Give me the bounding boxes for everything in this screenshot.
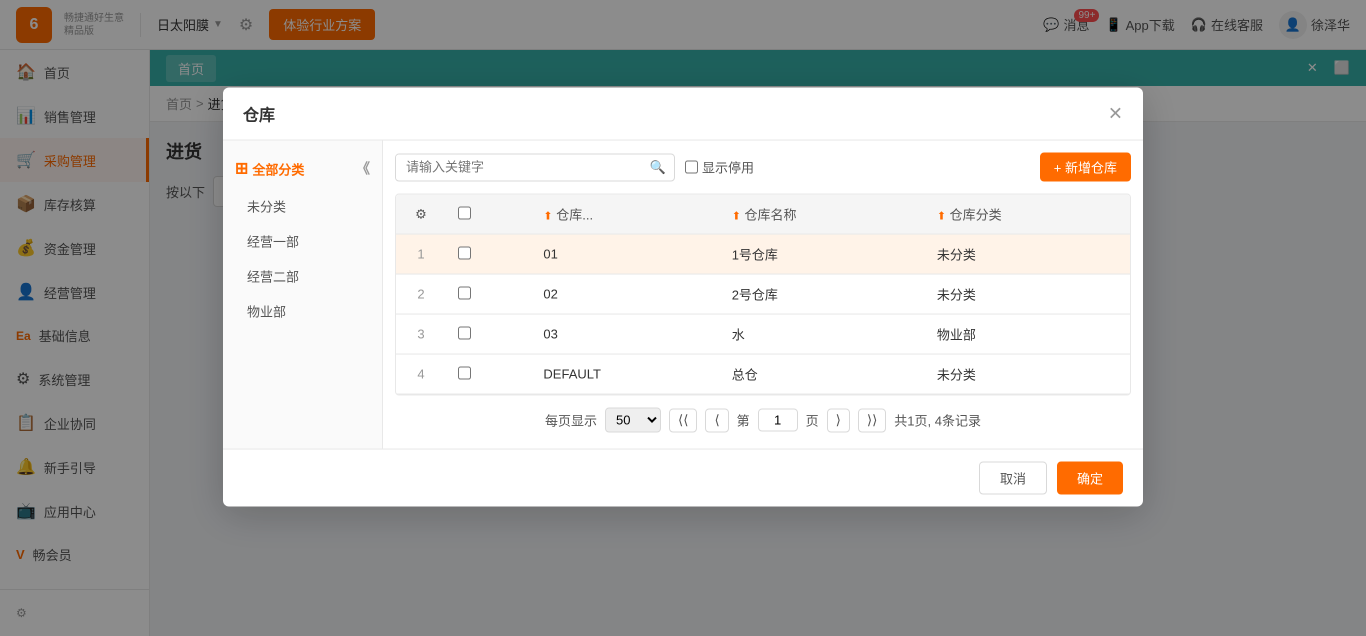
row-num-4: 4 [396, 354, 446, 394]
row-code-2: 02 [531, 274, 719, 314]
search-box: 🔍 [395, 153, 675, 181]
row-name-4: 总仓 [720, 354, 925, 394]
th-name[interactable]: ⬆ 仓库名称 [720, 195, 925, 235]
row-checkbox-1[interactable] [446, 234, 531, 274]
row-category-2: 未分类 [925, 274, 1130, 314]
category-header: ⊞ 全部分类 《 [223, 153, 382, 189]
new-warehouse-button[interactable]: + 新增仓库 [1040, 153, 1131, 182]
row-category-3: 物业部 [925, 314, 1130, 354]
sort-icon: ⬆ [543, 211, 552, 223]
modal-header: 仓库 ✕ [223, 88, 1143, 141]
warehouse-modal: 仓库 ✕ ⊞ 全部分类 《 未分类 经营一部 经营二部 物业部 🔍 [223, 88, 1143, 507]
per-page-select[interactable]: 50 100 [605, 408, 661, 433]
row-checkbox-2[interactable] [446, 274, 531, 314]
next-page-button[interactable]: ⟩ [827, 408, 850, 432]
table-row[interactable]: 3 03 水 物业部 [396, 314, 1130, 354]
modal-footer: 取消 确定 [223, 449, 1143, 507]
row-checkbox-3[interactable] [446, 314, 531, 354]
modal-title: 仓库 [243, 102, 275, 126]
warehouse-table: ⚙ ⬆ 仓库... ⬆ 仓库名称 ⬆ [396, 195, 1130, 395]
row-name-1: 1号仓库 [720, 234, 925, 274]
pagination: 每页显示 50 100 ⟨⟨ ⟨ 第 页 ⟩ ⟩⟩ 共1页, 4条记录 [395, 396, 1131, 437]
first-page-button[interactable]: ⟨⟨ [669, 408, 697, 432]
show-disabled-input[interactable] [685, 161, 698, 174]
category-item-property[interactable]: 物业部 [223, 294, 382, 329]
row-category-1: 未分类 [925, 234, 1130, 274]
warehouse-table-wrap: ⚙ ⬆ 仓库... ⬆ 仓库名称 ⬆ [395, 194, 1131, 396]
confirm-button[interactable]: 确定 [1057, 462, 1123, 495]
modal-body: ⊞ 全部分类 《 未分类 经营一部 经营二部 物业部 🔍 显示停用 [223, 141, 1143, 449]
row-code-3: 03 [531, 314, 719, 354]
page-input[interactable] [758, 409, 798, 432]
row-name-3: 水 [720, 314, 925, 354]
row-category-4: 未分类 [925, 354, 1130, 394]
total-records: 共1页, 4条记录 [894, 411, 981, 430]
category-panel: ⊞ 全部分类 《 未分类 经营一部 经营二部 物业部 [223, 141, 383, 449]
th-settings: ⚙ [396, 195, 446, 235]
prev-page-button[interactable]: ⟨ [705, 408, 728, 432]
category-all-label[interactable]: 全部分类 [252, 159, 304, 178]
show-disabled-checkbox[interactable]: 显示停用 [685, 158, 754, 177]
category-item-dept1[interactable]: 经营一部 [223, 224, 382, 259]
last-page-button[interactable]: ⟩⟩ [858, 408, 886, 432]
settings-icon: ⚙ [415, 206, 427, 221]
th-code[interactable]: ⬆ 仓库... [531, 195, 719, 235]
row-num-3: 3 [396, 314, 446, 354]
table-row[interactable]: 2 02 2号仓库 未分类 [396, 274, 1130, 314]
row-name-2: 2号仓库 [720, 274, 925, 314]
row-num-1: 1 [396, 234, 446, 274]
sort-icon-name: ⬆ [732, 211, 741, 223]
row-checkbox-4[interactable] [446, 354, 531, 394]
search-icon[interactable]: 🔍 [642, 154, 674, 180]
sort-icon-category: ⬆ [937, 211, 946, 223]
row-code-4: DEFAULT [531, 354, 719, 394]
select-all-checkbox[interactable] [458, 206, 471, 219]
collapse-button[interactable]: 《 [356, 159, 370, 179]
list-toolbar: 🔍 显示停用 + 新增仓库 [395, 153, 1131, 182]
warehouse-list-panel: 🔍 显示停用 + 新增仓库 ⚙ ⬆ 仓库 [383, 141, 1143, 449]
grid-icon: ⊞ [235, 159, 248, 179]
modal-close-button[interactable]: ✕ [1108, 103, 1123, 124]
th-category[interactable]: ⬆ 仓库分类 [925, 195, 1130, 235]
category-item-unclassified[interactable]: 未分类 [223, 189, 382, 224]
th-checkbox [446, 195, 531, 235]
table-row[interactable]: 1 01 1号仓库 未分类 [396, 234, 1130, 274]
cancel-button[interactable]: 取消 [979, 462, 1047, 495]
table-row[interactable]: 4 DEFAULT 总仓 未分类 [396, 354, 1130, 394]
category-item-dept2[interactable]: 经营二部 [223, 259, 382, 294]
search-input[interactable] [396, 155, 642, 180]
table-header-row: ⚙ ⬆ 仓库... ⬆ 仓库名称 ⬆ [396, 195, 1130, 235]
row-code-1: 01 [531, 234, 719, 274]
row-num-2: 2 [396, 274, 446, 314]
